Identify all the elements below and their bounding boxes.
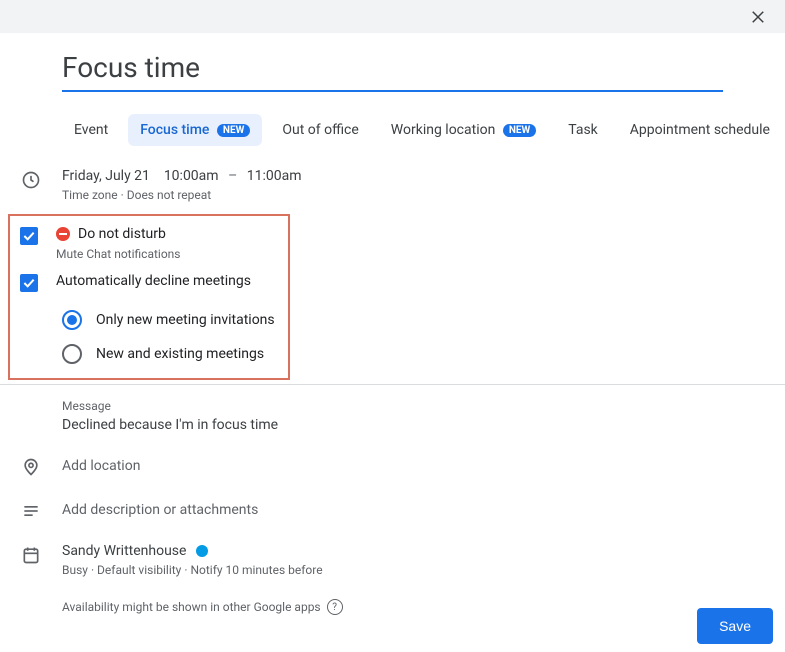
clock-icon (0, 168, 62, 190)
start-time: 10:00am (164, 168, 219, 184)
tab-task[interactable]: Task (556, 114, 610, 146)
dnd-checkbox[interactable] (20, 227, 38, 245)
radio-new-and-existing-label: New and existing meetings (96, 346, 264, 362)
availability-note: Availability might be shown in other Goo… (62, 600, 321, 614)
event-title[interactable]: Focus time (62, 51, 723, 84)
event-type-tabs: Event Focus time NEW Out of office Worki… (62, 114, 785, 146)
auto-decline-options: Only new meeting invitations New and exi… (62, 310, 278, 364)
radio-only-new[interactable] (62, 310, 82, 330)
date-day: Friday, July 21 (62, 168, 150, 184)
tab-working-location[interactable]: Working location NEW (379, 114, 548, 146)
message-caption: Message (62, 399, 785, 413)
tab-event[interactable]: Event (62, 114, 120, 146)
auto-decline-label: Automatically decline meetings (56, 273, 251, 289)
save-button[interactable]: Save (697, 608, 773, 644)
description-icon (0, 499, 62, 521)
tab-focus-time[interactable]: Focus time NEW (128, 114, 262, 146)
decline-message[interactable]: Declined because I'm in focus time (62, 417, 785, 433)
divider (0, 384, 785, 385)
timezone-repeat[interactable]: Time zone · Does not repeat (62, 188, 785, 202)
organizer-name[interactable]: Sandy Writtenhouse (62, 543, 186, 559)
organizer-subline[interactable]: Busy · Default visibility · Notify 10 mi… (62, 563, 785, 577)
radio-new-and-existing[interactable] (62, 344, 82, 364)
tab-out-of-office[interactable]: Out of office (270, 114, 370, 146)
help-icon[interactable]: ? (327, 599, 343, 615)
location-icon (0, 455, 62, 477)
dnd-subtext: Mute Chat notifications (56, 247, 278, 261)
end-time: 11:00am (247, 168, 302, 184)
tab-appointment-schedule[interactable]: Appointment schedule (618, 114, 782, 146)
badge-new: NEW (503, 124, 536, 137)
badge-new: NEW (217, 124, 250, 137)
add-location[interactable]: Add location (62, 458, 140, 474)
tab-label: Focus time (140, 122, 209, 138)
dnd-label: Do not disturb (78, 226, 166, 242)
radio-only-new-label: Only new meeting invitations (96, 312, 275, 328)
dialog-header (0, 0, 785, 33)
calendar-icon (0, 543, 62, 577)
auto-decline-checkbox[interactable] (20, 274, 38, 292)
tab-label: Working location (391, 122, 496, 138)
close-icon[interactable] (749, 8, 767, 26)
add-description[interactable]: Add description or attachments (62, 502, 258, 518)
calendar-color-dot[interactable] (196, 545, 208, 557)
date-time[interactable]: Friday, July 21 10:00am – 11:00am (62, 168, 785, 184)
dnd-minus-icon (56, 227, 70, 241)
focus-options-highlight: Do not disturb Mute Chat notifications A… (8, 214, 290, 380)
time-separator: – (228, 168, 237, 184)
